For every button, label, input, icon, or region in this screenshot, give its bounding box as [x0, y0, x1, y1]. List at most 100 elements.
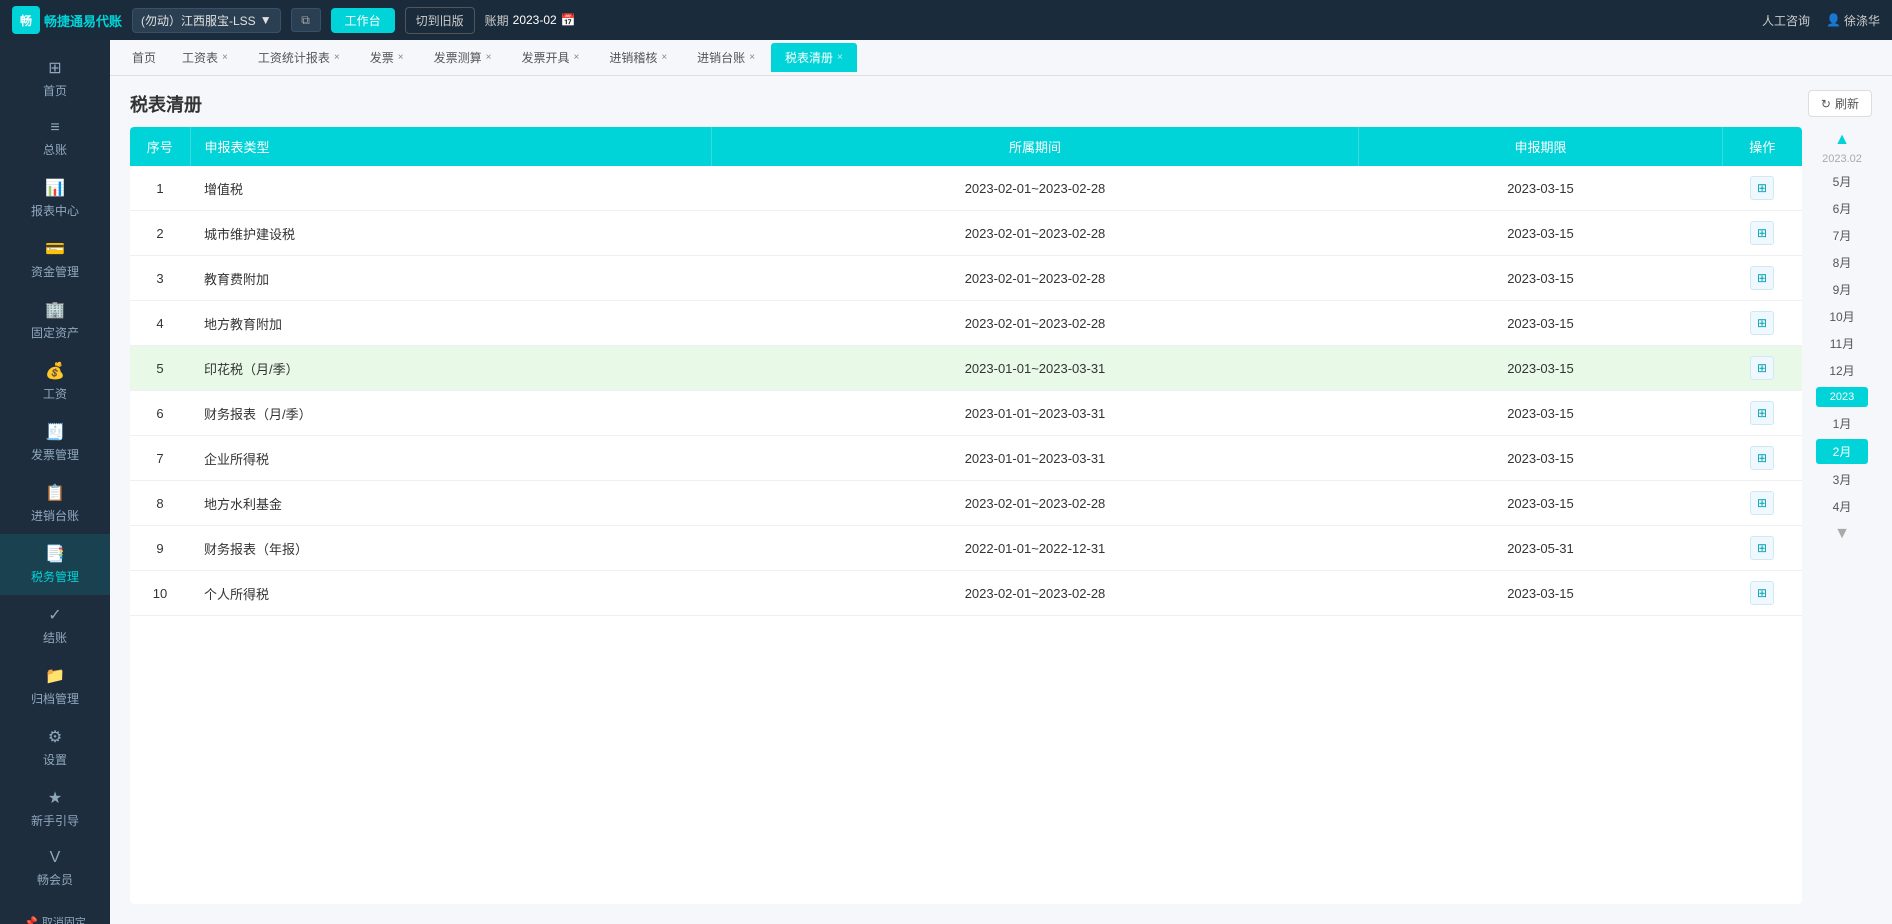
sidebar-item-invoice[interactable]: 🧾 发票管理	[0, 412, 110, 473]
dropdown-icon: ▼	[260, 13, 272, 27]
action-view-button[interactable]: ⊞	[1750, 536, 1774, 560]
main-layout: ⊞ 首页 ≡ 总账 📊 报表中心 💳 资金管理 🏢 固定资产 💰 工资 🧾 发票…	[0, 40, 1892, 924]
refresh-button[interactable]: ↻ 刷新	[1808, 90, 1872, 117]
close-tax-list[interactable]: ×	[837, 52, 843, 63]
user-icon: 👤	[1826, 13, 1841, 27]
cell-seq: 8	[130, 481, 190, 526]
sidebar-item-settle[interactable]: ✓ 结账	[0, 595, 110, 656]
action-view-button[interactable]: ⊞	[1750, 176, 1774, 200]
tab-home[interactable]: 首页	[122, 43, 166, 72]
sidebar-item-purchase-sales[interactable]: 📋 进销台账	[0, 473, 110, 534]
vip-icon: V	[50, 849, 61, 867]
table-row: 6 财务报表（月/季） 2023-01-01~2023-03-31 2023-0…	[130, 391, 1802, 436]
sidebar-item-tax[interactable]: 📑 税务管理	[0, 534, 110, 595]
ai-consult[interactable]: 人工咨询	[1762, 12, 1810, 29]
calendar-icon[interactable]: 📅	[561, 13, 576, 27]
sidebar-label-settings: 设置	[43, 751, 67, 768]
sidebar-item-home[interactable]: ⊞ 首页	[0, 48, 110, 109]
cell-type: 增值税	[190, 166, 711, 211]
table-row: 5 印花税（月/季） 2023-01-01~2023-03-31 2023-03…	[130, 346, 1802, 391]
col-type: 申报表类型	[190, 127, 711, 166]
cell-action: ⊞	[1722, 481, 1802, 526]
month-5[interactable]: 5月	[1812, 169, 1872, 194]
month-2-active[interactable]: 2月	[1816, 439, 1868, 464]
month-4[interactable]: 4月	[1812, 494, 1872, 519]
sidebar-item-fixed[interactable]: 🏢 固定资产	[0, 290, 110, 351]
close-invoice-open[interactable]: ×	[573, 52, 579, 63]
month-7[interactable]: 7月	[1812, 223, 1872, 248]
cell-action: ⊞	[1722, 346, 1802, 391]
cell-period: 2023-02-01~2023-02-28	[711, 166, 1359, 211]
sidebar-item-fund[interactable]: 💳 资金管理	[0, 229, 110, 290]
cell-period: 2023-01-01~2023-03-31	[711, 436, 1359, 481]
tab-purchase-ledger[interactable]: 进销台账 ×	[683, 43, 769, 72]
unpin-button[interactable]: 📌 取消固定	[24, 908, 86, 924]
cell-deadline: 2023-03-15	[1359, 166, 1722, 211]
switch-button[interactable]: 切到旧版	[405, 7, 475, 34]
tab-salary-stat[interactable]: 工资统计报表 ×	[244, 43, 354, 72]
ledger-icon: ≡	[50, 119, 59, 137]
sidebar-label-guide: 新手引导	[31, 812, 79, 829]
close-invoice[interactable]: ×	[398, 52, 404, 63]
refresh-icon: ↻	[1821, 97, 1831, 111]
tab-invoice[interactable]: 发票 ×	[356, 43, 418, 72]
action-view-button[interactable]: ⊞	[1750, 491, 1774, 515]
col-seq: 序号	[130, 127, 190, 166]
logo-icon: 畅	[12, 6, 40, 34]
tax-icon: 📑	[45, 544, 65, 564]
sidebar-item-settings[interactable]: ⚙ 设置	[0, 717, 110, 778]
action-view-button[interactable]: ⊞	[1750, 581, 1774, 605]
close-purchase-ledger[interactable]: ×	[749, 52, 755, 63]
copy-button[interactable]: ⧉	[291, 8, 321, 32]
tab-purchase-check[interactable]: 进销稽核 ×	[595, 43, 681, 72]
action-view-button[interactable]: ⊞	[1750, 311, 1774, 335]
close-purchase-check[interactable]: ×	[661, 52, 667, 63]
company-selector[interactable]: (勿动）江西服宝-LSS ▼	[132, 8, 281, 33]
cell-seq: 2	[130, 211, 190, 256]
tab-salary-table[interactable]: 工资表 ×	[168, 43, 242, 72]
month-10[interactable]: 10月	[1812, 304, 1872, 329]
month-9[interactable]: 9月	[1812, 277, 1872, 302]
sidebar-item-report[interactable]: 📊 报表中心	[0, 168, 110, 229]
cell-type: 地方水利基金	[190, 481, 711, 526]
tab-invoice-calc[interactable]: 发票测算 ×	[420, 43, 506, 72]
sidebar-item-guide[interactable]: ★ 新手引导	[0, 778, 110, 839]
workspace-button[interactable]: 工作台	[331, 8, 395, 33]
close-salary-table[interactable]: ×	[222, 52, 228, 63]
close-salary-stat[interactable]: ×	[334, 52, 340, 63]
month-12[interactable]: 12月	[1812, 358, 1872, 383]
sidebar-label-purchase-sales: 进销台账	[31, 507, 79, 524]
cell-deadline: 2023-03-15	[1359, 436, 1722, 481]
table-header-row: 序号 申报表类型 所属期间 申报期限 操作	[130, 127, 1802, 166]
sidebar-label-invoice: 发票管理	[31, 446, 79, 463]
sidebar-item-salary[interactable]: 💰 工资	[0, 351, 110, 412]
tab-invoice-open[interactable]: 发票开具 ×	[507, 43, 593, 72]
cell-seq: 6	[130, 391, 190, 436]
sidebar-item-archive[interactable]: 📁 归档管理	[0, 656, 110, 717]
date-nav-down[interactable]: ▼	[1834, 525, 1850, 543]
cell-type: 个人所得税	[190, 571, 711, 616]
user-info[interactable]: 👤 徐涤华	[1826, 12, 1880, 29]
action-view-button[interactable]: ⊞	[1750, 446, 1774, 470]
month-1[interactable]: 1月	[1812, 411, 1872, 436]
action-view-button[interactable]: ⊞	[1750, 266, 1774, 290]
sidebar: ⊞ 首页 ≡ 总账 📊 报表中心 💳 资金管理 🏢 固定资产 💰 工资 🧾 发票…	[0, 40, 110, 924]
action-view-button[interactable]: ⊞	[1750, 401, 1774, 425]
date-nav-up[interactable]: ▲	[1834, 131, 1850, 149]
header-actions: ↻ 刷新	[1808, 90, 1872, 117]
sidebar-item-vip[interactable]: V 畅会员	[0, 839, 110, 898]
month-8[interactable]: 8月	[1812, 250, 1872, 275]
tab-tax-list[interactable]: 税表清册 ×	[771, 43, 857, 72]
close-invoice-calc[interactable]: ×	[486, 52, 492, 63]
year-2023[interactable]: 2023	[1816, 387, 1868, 407]
action-view-button[interactable]: ⊞	[1750, 221, 1774, 245]
sidebar-item-ledger[interactable]: ≡ 总账	[0, 109, 110, 168]
month-11[interactable]: 11月	[1812, 331, 1872, 356]
copy-icon: ⧉	[301, 13, 310, 28]
cell-type: 城市维护建设税	[190, 211, 711, 256]
month-3[interactable]: 3月	[1812, 467, 1872, 492]
col-deadline: 申报期限	[1359, 127, 1722, 166]
month-6[interactable]: 6月	[1812, 196, 1872, 221]
action-view-button[interactable]: ⊞	[1750, 356, 1774, 380]
cell-period: 2023-02-01~2023-02-28	[711, 481, 1359, 526]
